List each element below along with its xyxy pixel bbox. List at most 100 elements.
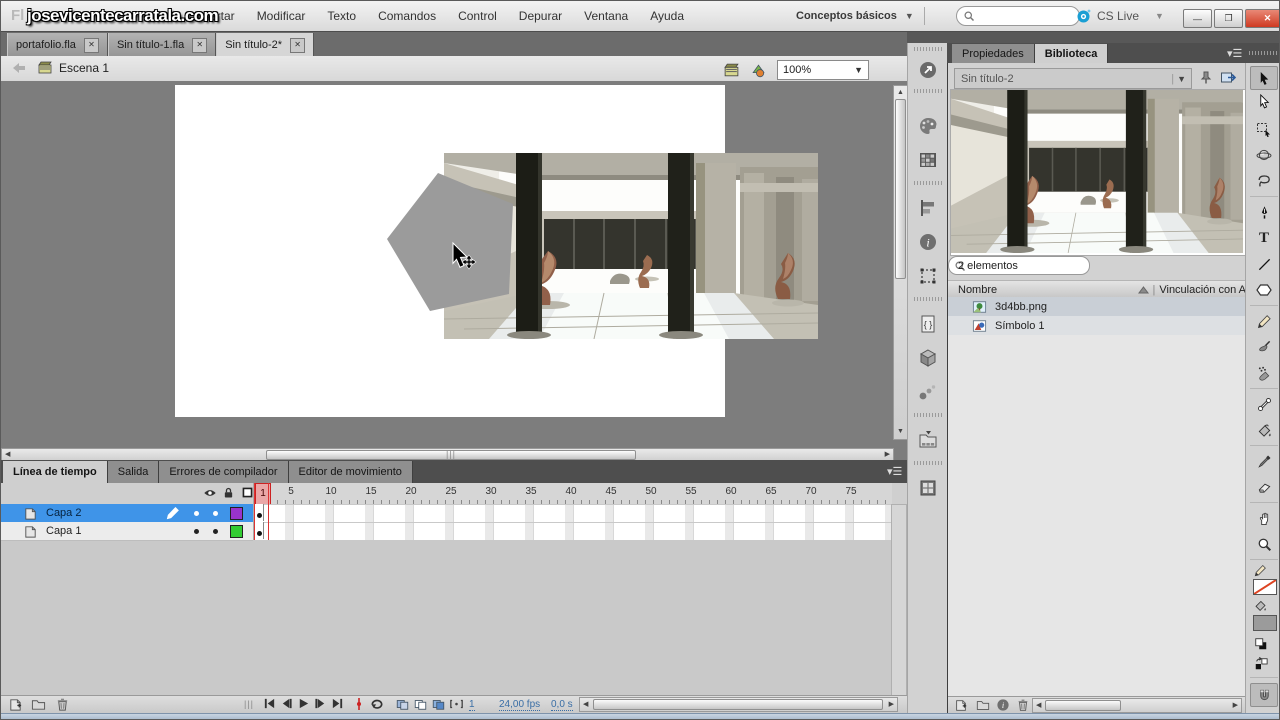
stroke-color-swatch-none[interactable] (1253, 579, 1277, 595)
snap-to-objects-option[interactable] (1250, 683, 1278, 707)
edit-multiple-frames-icon[interactable] (431, 697, 446, 711)
panel-icon-transform[interactable] (915, 263, 941, 289)
show-hide-eye-icon[interactable] (203, 486, 217, 500)
minimize-button[interactable]: — (1183, 9, 1212, 28)
layer-row-capa-2[interactable]: Capa 2 (1, 504, 253, 523)
new-symbol-icon[interactable] (954, 698, 968, 712)
center-playhead-icon[interactable] (353, 697, 365, 711)
close-button[interactable]: ✕ (1245, 9, 1279, 28)
panel-menu-icon[interactable]: ▾☰ (1227, 47, 1242, 60)
scroll-left-icon[interactable]: ◀ (1036, 701, 1041, 711)
sort-ascending-icon[interactable] (1137, 285, 1149, 294)
lock-icon[interactable] (222, 486, 235, 500)
panel-icon-motion-presets[interactable] (915, 379, 941, 405)
eraser-tool[interactable] (1251, 476, 1277, 498)
app-search-input[interactable] (956, 6, 1080, 26)
menu-item[interactable]: Control (447, 9, 508, 23)
close-tab-icon[interactable]: ✕ (192, 37, 208, 53)
go-to-first-frame-icon[interactable] (263, 697, 276, 710)
delete-layer-trash-icon[interactable] (55, 697, 70, 712)
panel-menu-icon[interactable]: ▾☰ (887, 465, 902, 478)
zoom-level-select[interactable]: 100% ▼ (777, 60, 869, 80)
hand-tool[interactable] (1251, 507, 1277, 529)
menu-item[interactable]: Modificar (246, 9, 317, 23)
tab-propiedades[interactable]: Propiedades (952, 44, 1035, 63)
tab-portafolio[interactable]: portafolio.fla ✕ (7, 33, 108, 57)
play-icon[interactable] (297, 697, 310, 710)
step-forward-icon[interactable] (314, 697, 327, 710)
courtyard-bitmap[interactable] (444, 153, 818, 339)
line-tool[interactable] (1251, 253, 1277, 275)
dock-grip[interactable] (914, 413, 942, 417)
new-folder-icon[interactable] (976, 698, 990, 712)
edit-scene-icon[interactable] (723, 62, 740, 79)
library-document-select[interactable]: Sin título-2 | ▼ (954, 68, 1192, 89)
menu-item[interactable]: Texto (316, 9, 367, 23)
bone-tool[interactable] (1251, 393, 1277, 415)
scroll-down-icon[interactable]: ▼ (894, 427, 907, 437)
workspace-switcher[interactable]: Conceptos básicos ▼ (796, 1, 935, 31)
library-item-3d4bb[interactable]: 3d4bb.png (948, 297, 1246, 316)
layer-row-capa-1[interactable]: Capa 1 (1, 522, 253, 541)
new-library-panel-icon[interactable] (1220, 70, 1237, 86)
panel-icon-swatches[interactable] (915, 147, 941, 173)
layer-lock-dot[interactable] (213, 510, 218, 516)
tab-sin-titulo-1[interactable]: Sin título-1.fla ✕ (107, 33, 217, 57)
panel-icon-info[interactable]: i (915, 229, 941, 255)
modify-markers-icon[interactable] (449, 697, 464, 711)
dock-grip[interactable] (914, 89, 942, 93)
panel-icon-color[interactable] (915, 113, 941, 139)
selection-tool[interactable] (1250, 66, 1278, 90)
tab-linea-de-tiempo[interactable]: Línea de tiempo (3, 461, 108, 483)
frame-grid[interactable] (253, 504, 892, 540)
panel-icon-project[interactable] (915, 427, 941, 453)
swap-colors-icon[interactable] (1254, 657, 1268, 671)
scroll-right-icon[interactable]: ▶ (1233, 701, 1238, 711)
library-item-simbolo-1[interactable]: Símbolo 1 (948, 316, 1246, 335)
elapsed-time-value[interactable]: 0,0 s (551, 699, 573, 711)
onion-skin-outlines-icon[interactable] (413, 697, 428, 711)
pin-library-icon[interactable] (1198, 70, 1214, 86)
go-to-last-frame-icon[interactable] (331, 697, 344, 710)
layer-color-swatch[interactable] (230, 524, 243, 538)
scroll-left-icon[interactable]: ◀ (583, 700, 588, 710)
eyedropper-tool[interactable] (1251, 450, 1277, 472)
scrollbar-thumb[interactable] (593, 699, 883, 710)
default-colors-icon[interactable] (1254, 637, 1268, 651)
cs-live-menu[interactable]: CS Live ▼ (1076, 1, 1164, 31)
pencil-tool[interactable] (1251, 310, 1277, 332)
dock-grip[interactable] (1249, 51, 1277, 55)
onion-skin-icon[interactable] (395, 697, 410, 711)
tab-editor-movimiento[interactable]: Editor de movimiento (288, 461, 413, 483)
dock-grip[interactable] (914, 181, 942, 185)
pen-tool[interactable] (1251, 201, 1277, 223)
panel-icon-launch[interactable] (915, 57, 941, 83)
tab-biblioteca[interactable]: Biblioteca (1034, 44, 1109, 63)
timeline-ruler[interactable]: 5 10 15 20 25 30 35 40 45 50 55 60 65 70 75 1 (253, 483, 892, 505)
scroll-right-icon[interactable]: ▶ (885, 450, 890, 460)
panel-icon-components[interactable] (915, 345, 941, 371)
edit-symbol-icon[interactable] (750, 62, 767, 79)
restore-button[interactable]: ❐ (1214, 9, 1243, 28)
item-properties-icon[interactable]: i (996, 698, 1010, 712)
menu-item[interactable]: Ayuda (639, 9, 695, 23)
layer-name[interactable]: Capa 1 (46, 525, 166, 537)
timeline-vertical-scrollbar[interactable] (891, 504, 907, 696)
tab-errores-compilador[interactable]: Errores de compilador (159, 461, 289, 483)
scrollbar-thumb[interactable]: ||| (266, 450, 636, 460)
dock-grip[interactable] (914, 461, 942, 465)
scene-breadcrumb[interactable]: Escena 1 (37, 60, 109, 76)
scroll-up-icon[interactable]: ▲ (894, 88, 907, 98)
scrollbar-thumb[interactable] (895, 99, 906, 279)
stage-vertical-scrollbar[interactable]: ▲ ▼ (893, 85, 908, 440)
frame-rate-value[interactable]: 24,00 fps (499, 699, 541, 711)
step-back-icon[interactable] (280, 697, 293, 710)
menu-item[interactable]: Ventana (573, 9, 639, 23)
menu-item[interactable]: Comandos (367, 9, 447, 23)
lasso-tool[interactable] (1251, 170, 1277, 192)
layer-visibility-dot[interactable] (194, 528, 199, 534)
panel-icon-movie-explorer[interactable] (915, 475, 941, 501)
close-tab-icon[interactable]: ✕ (83, 37, 99, 53)
scroll-right-icon[interactable]: ▶ (889, 700, 894, 710)
menu-item[interactable]: Depurar (508, 9, 573, 23)
